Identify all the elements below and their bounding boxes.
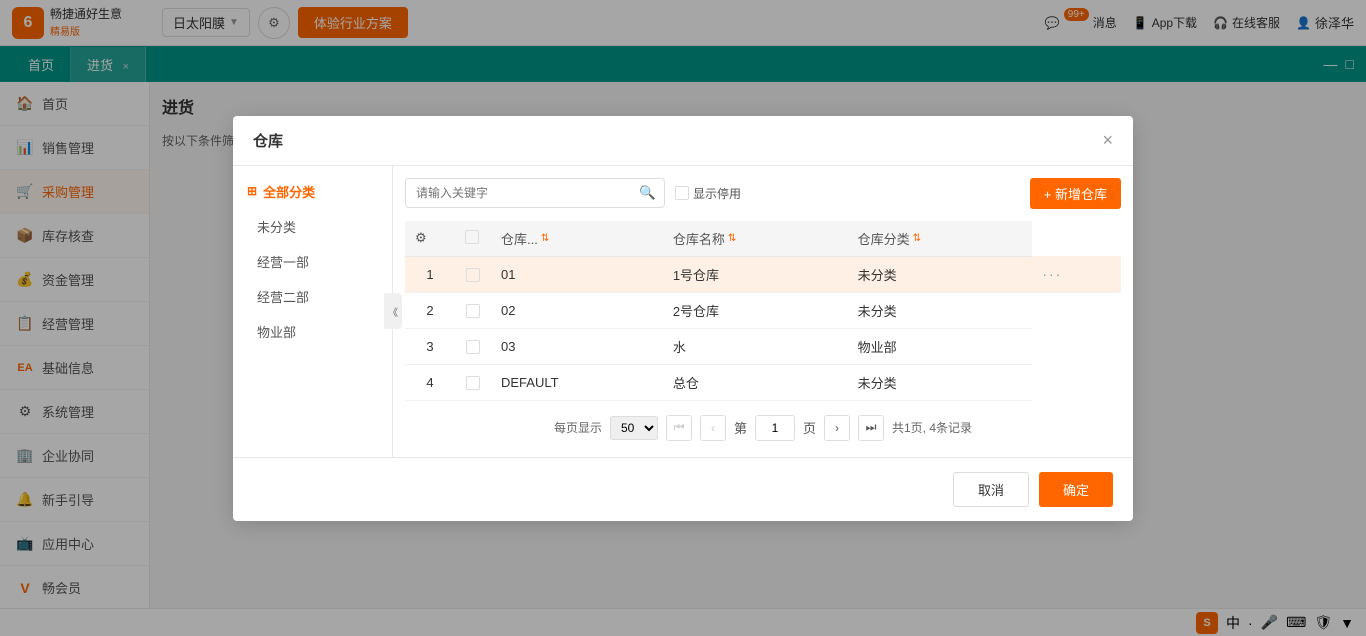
th-name-label: 仓库名称 <box>673 229 725 248</box>
page-first-btn[interactable]: ⏮ <box>666 415 692 441</box>
category-operations-1[interactable]: 经营一部 <box>233 244 392 279</box>
row-code: 03 <box>491 328 663 364</box>
cancel-button[interactable]: 取消 <box>953 472 1029 507</box>
search-btn[interactable]: 🔍 <box>631 179 664 207</box>
row-checkbox-cell <box>455 292 491 328</box>
row-checkbox[interactable] <box>466 340 480 354</box>
show-disabled-text: 显示停用 <box>693 185 741 202</box>
row-num: 3 <box>405 328 455 364</box>
table-header-row: ⚙ 仓库... ⇅ <box>405 221 1121 257</box>
warehouse-dialog: 仓库 × ⊞ 全部分类 未分类 经营一部 经营二部 物业部 《 <box>233 116 1133 521</box>
header-checkbox[interactable] <box>465 230 479 244</box>
dialog-footer: 取消 确定 <box>233 457 1133 521</box>
page-label: 第 <box>734 418 747 437</box>
per-page-label: 每页显示 <box>554 419 602 436</box>
search-input[interactable] <box>406 180 631 206</box>
row-checkbox-cell <box>455 364 491 400</box>
more-icon[interactable]: ··· <box>1042 266 1062 282</box>
show-disabled-label[interactable]: 显示停用 <box>675 185 741 202</box>
category-collapse-btn[interactable]: 《 <box>384 293 402 329</box>
th-category: 仓库分类 ⇅ <box>848 221 1033 257</box>
pagination: 每页显示 50 ⏮ ‹ 第 页 › ⏭ 共1页, 4条记录 <box>405 401 1121 445</box>
th-settings: ⚙ <box>405 221 455 257</box>
row-name: 总仓 <box>663 364 848 400</box>
row-name: 1号仓库 <box>663 256 848 292</box>
table-row[interactable]: 1 01 1号仓库 未分类 ··· <box>405 256 1121 292</box>
modal-overlay: 仓库 × ⊞ 全部分类 未分类 经营一部 经营二部 物业部 《 <box>0 0 1366 636</box>
page-prev-btn[interactable]: ‹ <box>700 415 726 441</box>
page-total-info: 共1页, 4条记录 <box>892 419 972 436</box>
row-checkbox[interactable] <box>466 304 480 318</box>
table-toolbar: 🔍 显示停用 + 新增仓库 <box>405 178 1121 209</box>
dialog-header: 仓库 × <box>233 116 1133 166</box>
category-property[interactable]: 物业部 <box>233 314 392 349</box>
row-checkbox-cell <box>455 328 491 364</box>
category-operations-2[interactable]: 经营二部 <box>233 279 392 314</box>
name-sort-icon[interactable]: ⇅ <box>728 233 736 244</box>
th-code: 仓库... ⇅ <box>491 221 663 257</box>
all-categories-label: 全部分类 <box>263 182 315 201</box>
row-name: 水 <box>663 328 848 364</box>
dialog-title: 仓库 <box>253 130 283 151</box>
all-categories[interactable]: ⊞ 全部分类 <box>233 174 392 209</box>
row-name: 2号仓库 <box>663 292 848 328</box>
add-warehouse-btn[interactable]: + 新增仓库 <box>1030 178 1121 209</box>
th-name: 仓库名称 ⇅ <box>663 221 848 257</box>
page-next-btn[interactable]: › <box>824 415 850 441</box>
th-checkbox <box>455 221 491 257</box>
search-box: 🔍 <box>405 178 665 208</box>
page-last-btn[interactable]: ⏭ <box>858 415 884 441</box>
category-panel: ⊞ 全部分类 未分类 经营一部 经营二部 物业部 《 <box>233 166 393 457</box>
row-code: 01 <box>491 256 663 292</box>
page-unit: 页 <box>803 418 816 437</box>
row-category: 未分类 <box>848 292 1033 328</box>
code-sort-icon[interactable]: ⇅ <box>541 233 549 244</box>
table-row[interactable]: 3 03 水 物业部 <box>405 328 1121 364</box>
row-checkbox[interactable] <box>466 268 480 282</box>
per-page-select[interactable]: 50 <box>610 416 658 440</box>
grid-icon: ⊞ <box>247 184 257 198</box>
show-disabled-checkbox[interactable] <box>675 186 689 200</box>
table-panel: 🔍 显示停用 + 新增仓库 ⚙ <box>393 166 1133 457</box>
row-num: 1 <box>405 256 455 292</box>
row-category: 物业部 <box>848 328 1033 364</box>
row-num: 4 <box>405 364 455 400</box>
category-sort-icon[interactable]: ⇅ <box>913 233 921 244</box>
dialog-close-icon[interactable]: × <box>1102 131 1113 149</box>
th-category-label: 仓库分类 <box>858 229 910 248</box>
confirm-button[interactable]: 确定 <box>1039 472 1113 507</box>
table-row[interactable]: 2 02 2号仓库 未分类 <box>405 292 1121 328</box>
row-checkbox[interactable] <box>466 376 480 390</box>
row-category: 未分类 <box>848 256 1033 292</box>
category-unclassified[interactable]: 未分类 <box>233 209 392 244</box>
table-row[interactable]: 4 DEFAULT 总仓 未分类 <box>405 364 1121 400</box>
page-number-input[interactable] <box>755 415 795 441</box>
row-checkbox-cell <box>455 256 491 292</box>
row-code: DEFAULT <box>491 364 663 400</box>
row-code: 02 <box>491 292 663 328</box>
row-num: 2 <box>405 292 455 328</box>
dialog-body: ⊞ 全部分类 未分类 经营一部 经营二部 物业部 《 🔍 <box>233 166 1133 457</box>
row-actions[interactable]: ··· <box>1032 256 1121 292</box>
th-code-label: 仓库... <box>501 229 538 248</box>
row-category: 未分类 <box>848 364 1033 400</box>
warehouse-table: ⚙ 仓库... ⇅ <box>405 221 1121 401</box>
